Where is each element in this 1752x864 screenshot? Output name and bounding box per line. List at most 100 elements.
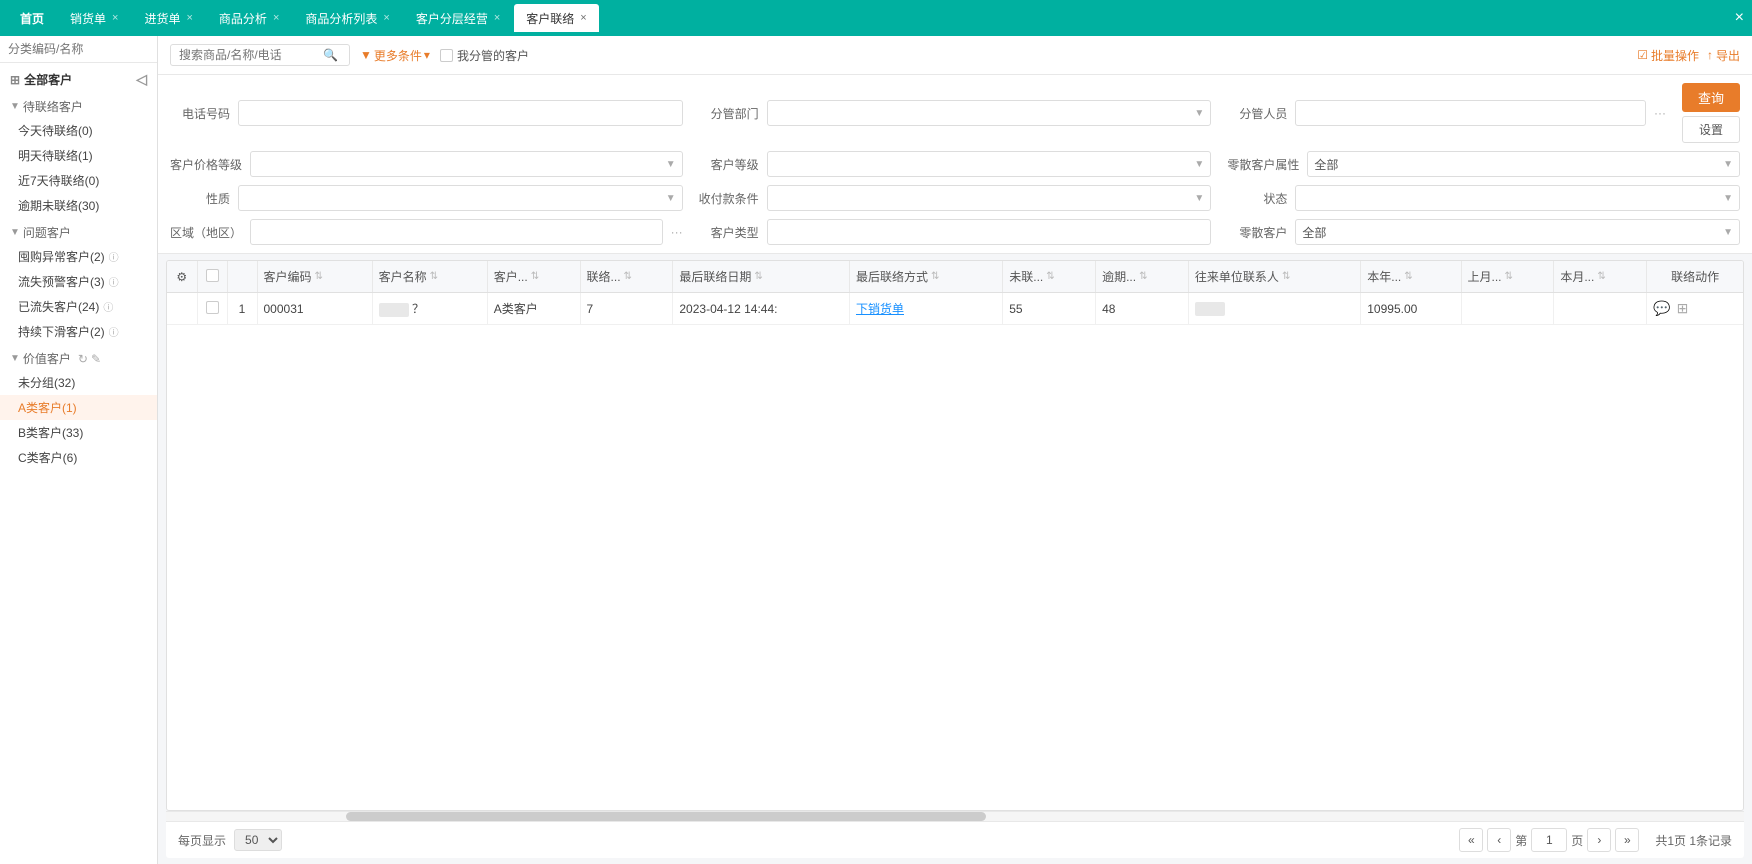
- sidebar-item-class-b[interactable]: B类客户(33): [0, 420, 157, 445]
- horizontal-scrollbar-thumb[interactable]: [346, 812, 986, 821]
- sidebar-group-value[interactable]: ▼ 价值客户 ↻ ✎: [0, 344, 157, 370]
- nature-chevron-icon: ▼: [666, 193, 676, 204]
- th-gear[interactable]: ⚙: [167, 261, 197, 293]
- my-customers-checkbox-area[interactable]: 我分管的客户: [440, 47, 529, 64]
- th-last-contact-method[interactable]: 最后联络方式⇅: [849, 261, 1002, 293]
- retail-customer-select[interactable]: 全部 ▼: [1295, 219, 1740, 245]
- sidebar-item-declining[interactable]: 持续下滑客户(2) ⓘ: [0, 319, 157, 344]
- gear-icon[interactable]: ⚙: [176, 270, 187, 284]
- customer-grade-chevron-icon: ▼: [1194, 159, 1204, 170]
- tab-purchase[interactable]: 进货单 ×: [132, 4, 204, 32]
- tab-goods-analysis-close[interactable]: ×: [273, 12, 279, 24]
- th-this-month[interactable]: 本月...⇅: [1554, 261, 1647, 293]
- sidebar-item-hoarding[interactable]: 囤购异常客户(2) ⓘ: [0, 244, 157, 269]
- next-page-btn[interactable]: ›: [1587, 828, 1611, 852]
- first-page-btn[interactable]: «: [1459, 828, 1483, 852]
- filter-row-price-grade: 客户价格等级 ▼: [170, 151, 683, 177]
- row-contact: 7: [580, 293, 673, 325]
- sidebar-item-overdue-contact[interactable]: 逾期未联络(30): [0, 193, 157, 218]
- tab-sales[interactable]: 销货单 ×: [58, 4, 130, 32]
- th-contact[interactable]: 联络...⇅: [580, 261, 673, 293]
- customer-type-input[interactable]: [767, 219, 1212, 245]
- close-all-tabs[interactable]: ×: [1735, 9, 1744, 27]
- th-last-month[interactable]: 上月...⇅: [1461, 261, 1554, 293]
- th-category[interactable]: 客户...⇅: [487, 261, 580, 293]
- declining-label: 持续下滑客户(2): [18, 323, 105, 340]
- sidebar-item-class-a[interactable]: A类客户(1): [0, 395, 157, 420]
- sidebar-item-unclassified[interactable]: 未分组(32): [0, 370, 157, 395]
- sidebar-item-tomorrow-pending[interactable]: 明天待联络(1): [0, 143, 157, 168]
- sidebar-item-7days-pending[interactable]: 近7天待联络(0): [0, 168, 157, 193]
- tab-home[interactable]: 首页: [8, 4, 56, 32]
- sidebar-item-today-pending[interactable]: 今天待联络(0): [0, 118, 157, 143]
- tab-customer-segment[interactable]: 客户分层经营 ×: [404, 4, 512, 32]
- phone-input[interactable]: [238, 100, 683, 126]
- my-customers-checkbox[interactable]: [440, 49, 453, 62]
- sidebar-collapse-btn[interactable]: ◁: [136, 71, 147, 88]
- refresh-icon[interactable]: ↻: [78, 352, 88, 366]
- page-end-label: 页: [1571, 832, 1583, 849]
- th-unit-contact[interactable]: 往来单位联系人⇅: [1188, 261, 1360, 293]
- header-checkbox[interactable]: [206, 269, 219, 282]
- th-this-year[interactable]: 本年...⇅: [1361, 261, 1461, 293]
- settings-btn[interactable]: 设置: [1682, 116, 1740, 143]
- tab-customer-segment-close[interactable]: ×: [494, 12, 500, 24]
- price-grade-select[interactable]: ▼: [250, 151, 683, 177]
- payment-select[interactable]: ▼: [767, 185, 1212, 211]
- filter-search-box: 🔍: [170, 44, 350, 66]
- export-btn[interactable]: ↑ 导出: [1707, 47, 1740, 64]
- name-sort-icon: ⇅: [430, 271, 438, 282]
- sidebar-item-class-c[interactable]: C类客户(6): [0, 445, 157, 470]
- status-select[interactable]: ▼: [1295, 185, 1740, 211]
- more-conditions-btn[interactable]: ▼ 更多条件 ▾: [360, 47, 430, 64]
- th-customer-name[interactable]: 客户名称⇅: [372, 261, 487, 293]
- prev-page-btn[interactable]: ‹: [1487, 828, 1511, 852]
- manager-dots[interactable]: ···: [1654, 106, 1666, 120]
- page-input[interactable]: [1531, 828, 1567, 852]
- no-contact-sort-icon: ⇅: [1046, 271, 1054, 282]
- region-input[interactable]: [250, 219, 663, 245]
- query-btn[interactable]: 查询: [1682, 83, 1740, 112]
- manager-input[interactable]: [1295, 100, 1646, 126]
- batch-op-btn[interactable]: ☑ 批量操作: [1637, 47, 1699, 64]
- th-overdue[interactable]: 逾期...⇅: [1096, 261, 1189, 293]
- filter-search-input[interactable]: [179, 48, 319, 62]
- filter-search-icon[interactable]: 🔍: [323, 48, 338, 62]
- dept-select[interactable]: ▼: [767, 100, 1212, 126]
- last-contact-method-link[interactable]: 下销货单: [856, 302, 904, 316]
- share-action-icon[interactable]: ⊞: [1677, 300, 1689, 317]
- sidebar-all-customers-header: ⊞ 全部客户 ◁: [0, 63, 157, 92]
- tab-purchase-close[interactable]: ×: [186, 12, 192, 24]
- last-page-btn[interactable]: »: [1615, 828, 1639, 852]
- th-no-contact[interactable]: 未联...⇅: [1003, 261, 1096, 293]
- filter-row-payment: 收付款条件 ▼: [699, 185, 1212, 211]
- nature-select[interactable]: ▼: [238, 185, 683, 211]
- tab-goods-analysis-list-close[interactable]: ×: [383, 12, 389, 24]
- sidebar-item-churned[interactable]: 已流失客户(24) ⓘ: [0, 294, 157, 319]
- tab-goods-analysis-list[interactable]: 商品分析列表 ×: [293, 4, 401, 32]
- class-a-label: A类客户(1): [18, 399, 77, 416]
- tab-customer-contact[interactable]: 客户联络 ×: [514, 4, 598, 32]
- price-grade-label: 客户价格等级: [170, 156, 242, 173]
- row-checkbox-input[interactable]: [206, 301, 219, 314]
- sidebar-item-churn-warning[interactable]: 流失预警客户(3) ⓘ: [0, 269, 157, 294]
- retail-attr-select[interactable]: 全部 ▼: [1307, 151, 1740, 177]
- region-dots[interactable]: ···: [671, 225, 683, 239]
- name-placeholder: [379, 303, 409, 317]
- sidebar-group-pending[interactable]: ▼ 待联络客户: [0, 92, 157, 118]
- tab-goods-analysis[interactable]: 商品分析 ×: [207, 4, 291, 32]
- page-size-select[interactable]: 50: [234, 829, 282, 851]
- tab-sales-close[interactable]: ×: [112, 12, 118, 24]
- tab-customer-contact-close[interactable]: ×: [580, 12, 586, 24]
- row-actions: 💬 ⊞: [1647, 293, 1743, 325]
- edit-icon[interactable]: ✎: [91, 352, 101, 366]
- row-actions-container: 💬 ⊞: [1653, 300, 1737, 317]
- th-customer-code[interactable]: 客户编码⇅: [257, 261, 372, 293]
- sidebar-group-problem[interactable]: ▼ 问题客户: [0, 218, 157, 244]
- sidebar-search-input[interactable]: [8, 42, 158, 56]
- filter-row-region: 区域（地区） ···: [170, 219, 683, 245]
- horizontal-scrollbar[interactable]: [166, 811, 1744, 821]
- customer-grade-select[interactable]: ▼: [767, 151, 1212, 177]
- th-last-contact-date[interactable]: 最后联络日期⇅: [673, 261, 850, 293]
- message-action-icon[interactable]: 💬: [1653, 300, 1670, 317]
